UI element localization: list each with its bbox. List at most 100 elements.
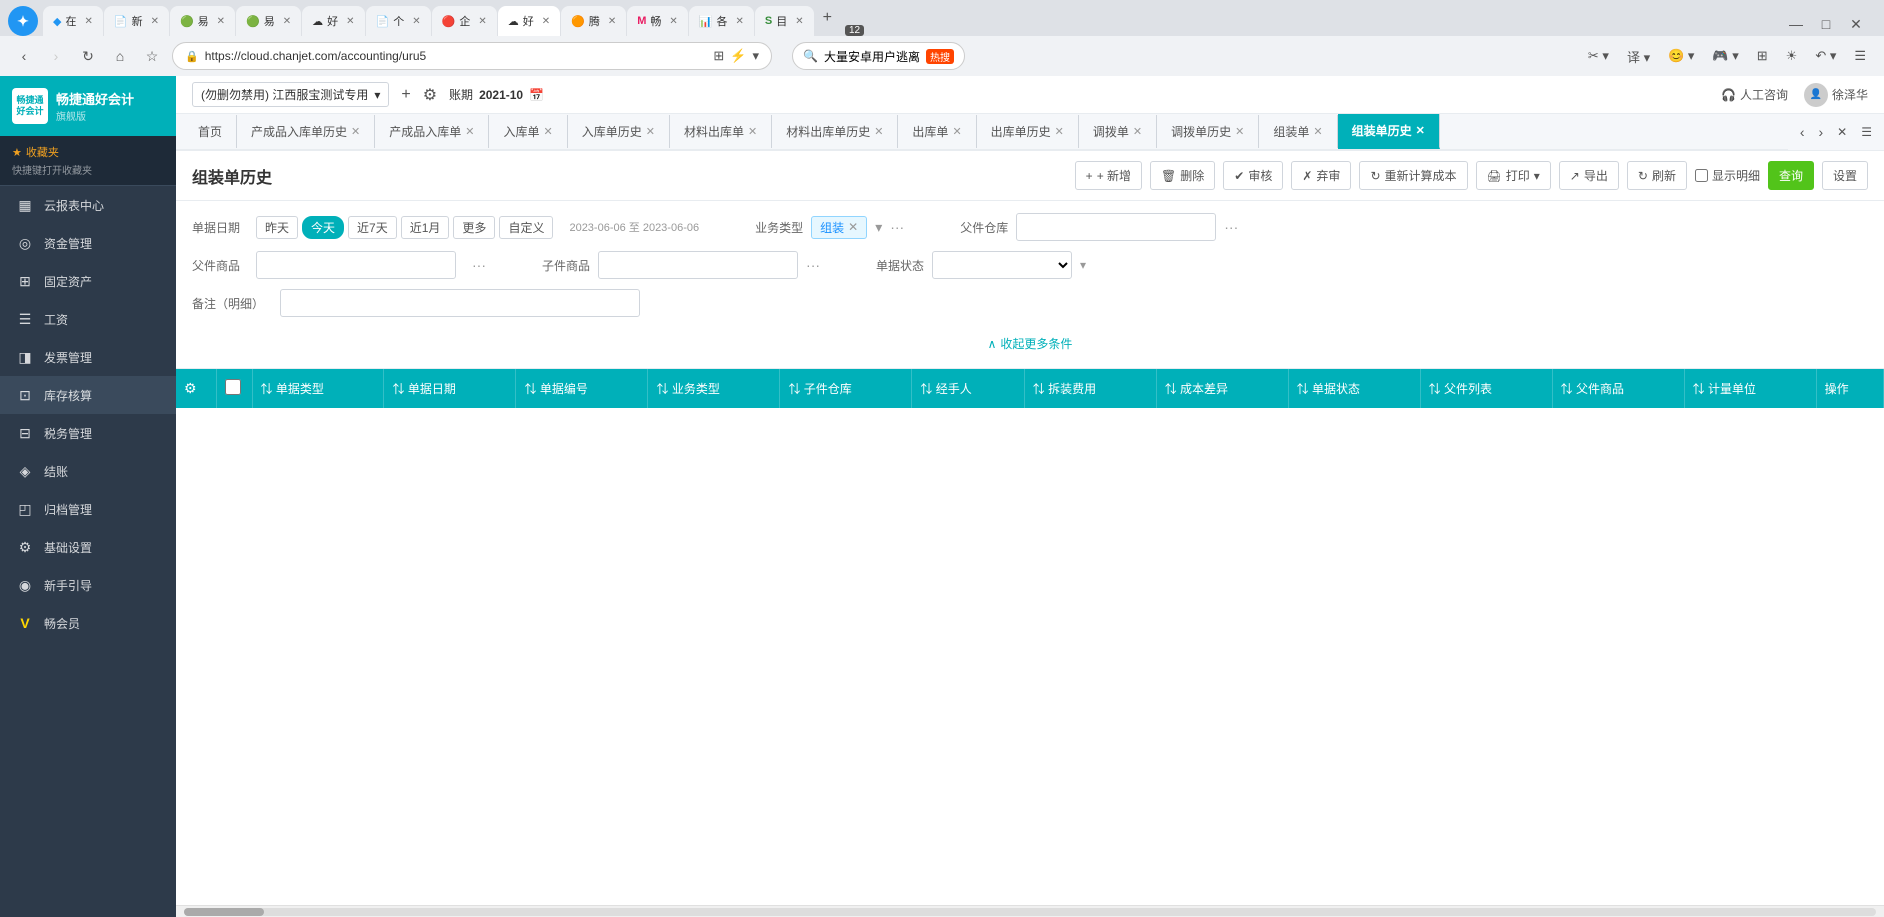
close-button[interactable]: ✕ <box>1844 12 1868 36</box>
parent-goods-more[interactable]: ··· <box>472 257 486 273</box>
col-parent-goods[interactable]: ⇅ 父件商品 <box>1552 369 1684 408</box>
tab-close-mat-out[interactable]: ✕ <box>748 125 757 138</box>
grid-view-icon[interactable]: ⊞ <box>1751 48 1774 64</box>
child-goods-input[interactable] <box>598 251 798 279</box>
tab-close-6[interactable]: ✕ <box>412 16 420 27</box>
sidebar-item-fixed-assets[interactable]: ⊞ 固定资产 <box>0 262 176 300</box>
tab-in-hist[interactable]: 入库单历史 ✕ <box>568 115 670 148</box>
child-goods-more[interactable]: ··· <box>806 257 820 273</box>
tab-adjust[interactable]: 调拨单 ✕ <box>1079 115 1157 148</box>
tab-close-12[interactable]: ✕ <box>795 16 803 27</box>
order-status-dropdown-icon[interactable]: ▾ <box>1080 258 1086 272</box>
new-tab-button[interactable]: + <box>815 9 840 27</box>
col-child-warehouse[interactable]: ⇅ 子件仓库 <box>780 369 912 408</box>
close-tab-button[interactable]: ✕ <box>1831 121 1853 143</box>
add-button[interactable]: + + 新增 <box>1075 161 1142 190</box>
bookmark-button[interactable]: ☆ <box>140 44 164 68</box>
parent-warehouse-more[interactable]: ··· <box>1224 219 1238 235</box>
maximize-button[interactable]: □ <box>1814 12 1838 36</box>
sidebar-item-guide[interactable]: ◉ 新手引导 <box>0 566 176 604</box>
parent-goods-input[interactable] <box>256 251 456 279</box>
lightning-icon[interactable]: ⚡ <box>730 48 746 64</box>
browser-tab-2[interactable]: 📄 新 ✕ <box>104 6 169 36</box>
tab-home[interactable]: 首页 <box>184 115 237 148</box>
tab-close-out-hist[interactable]: ✕ <box>1055 125 1064 138</box>
notes-input[interactable] <box>280 289 640 317</box>
sidebar-item-basic-settings[interactable]: ⚙ 基础设置 <box>0 528 176 566</box>
table-check-header[interactable] <box>216 369 252 408</box>
tab-close-3[interactable]: ✕ <box>217 16 225 27</box>
forward-button[interactable]: › <box>44 44 68 68</box>
col-parent-list[interactable]: ⇅ 父件列表 <box>1420 369 1552 408</box>
browser-tab-7[interactable]: 🔴 企 ✕ <box>432 6 497 36</box>
sidebar-item-tax-mgmt[interactable]: ⊟ 税务管理 <box>0 414 176 452</box>
settings-button[interactable]: 设置 <box>1822 161 1868 190</box>
browser-tab-4[interactable]: 🟢 易 ✕ <box>236 6 301 36</box>
tab-close-1[interactable]: ✕ <box>84 16 92 27</box>
date-btn-more[interactable]: 更多 <box>453 216 495 239</box>
tab-assemble[interactable]: 组装单 ✕ <box>1259 115 1337 148</box>
col-date[interactable]: ⇅ 单据日期 <box>384 369 516 408</box>
browser-tab-12[interactable]: S 目 ✕ <box>755 6 814 36</box>
col-disassemble-cost[interactable]: ⇅ 拆装费用 <box>1024 369 1156 408</box>
sidebar-item-payroll[interactable]: ☰ 工资 <box>0 300 176 338</box>
query-button[interactable]: 查询 <box>1768 161 1814 190</box>
browser-tab-11[interactable]: 📊 各 ✕ <box>689 6 754 36</box>
sidebar-item-cloud-report[interactable]: ▦ 云报表中心 <box>0 186 176 224</box>
user-menu[interactable]: 👤 徐泽华 <box>1804 83 1868 107</box>
approve-button[interactable]: ✔ 审核 <box>1223 161 1283 190</box>
browser-tab-3[interactable]: 🟢 易 ✕ <box>170 6 235 36</box>
grid-icon[interactable]: ⊞ <box>713 48 724 64</box>
brightness-icon[interactable]: ☀ <box>1780 48 1804 64</box>
table-gear-header[interactable]: ⚙ <box>176 369 216 408</box>
period-calendar-icon[interactable]: 📅 <box>529 88 544 102</box>
game-icon[interactable]: 🎮 ▾ <box>1706 48 1744 64</box>
menu-icon[interactable]: ☰ <box>1848 48 1872 64</box>
browser-tab-9[interactable]: 🟠 腾 ✕ <box>561 6 626 36</box>
tab-adjust-hist[interactable]: 调拨单历史 ✕ <box>1157 115 1259 148</box>
col-cost-diff[interactable]: ⇅ 成本差异 <box>1156 369 1288 408</box>
browser-tab-5[interactable]: ☁ 好 ✕ <box>302 6 364 36</box>
tab-close-10[interactable]: ✕ <box>669 16 677 27</box>
tab-scroll-left-button[interactable]: ‹ <box>1794 120 1811 144</box>
tab-close-2[interactable]: ✕ <box>151 16 159 27</box>
tab-out-hist[interactable]: 出库单历史 ✕ <box>977 115 1079 148</box>
business-type-more[interactable]: ··· <box>890 219 904 235</box>
browser-tab-8[interactable]: ☁ 好 ✕ <box>498 6 560 36</box>
gear-icon[interactable]: ⚙ <box>184 380 197 396</box>
select-all-checkbox[interactable] <box>225 379 241 395</box>
tab-close-8[interactable]: ✕ <box>542 16 550 27</box>
col-biz-type[interactable]: ⇅ 业务类型 <box>648 369 780 408</box>
address-bar[interactable]: 🔒 https://cloud.chanjet.com/accounting/u… <box>172 42 772 70</box>
collapse-button[interactable]: ∧ 收起更多条件 <box>192 331 1868 356</box>
reload-button[interactable]: ↻ <box>76 44 100 68</box>
browser-tab-10[interactable]: M 畅 ✕ <box>627 6 688 36</box>
tab-close-mat-out-hist[interactable]: ✕ <box>874 125 883 138</box>
home-button[interactable]: ⌂ <box>108 44 132 68</box>
tab-menu-button[interactable]: ☰ <box>1855 121 1878 143</box>
tab-scroll-right-button[interactable]: › <box>1813 120 1830 144</box>
tab-assemble-hist[interactable]: 组装单历史 ✕ <box>1338 114 1440 149</box>
tab-close-assemble-hist[interactable]: ✕ <box>1416 124 1425 137</box>
show-detail-checkbox[interactable] <box>1695 169 1708 182</box>
tab-mat-out[interactable]: 材料出库单 ✕ <box>670 115 772 148</box>
tab-prod-in[interactable]: 产成品入库单 ✕ <box>375 115 489 148</box>
date-btn-custom[interactable]: 自定义 <box>499 216 553 239</box>
customer-service-button[interactable]: 🎧 人工咨询 <box>1721 86 1788 103</box>
tab-out[interactable]: 出库单 ✕ <box>898 115 976 148</box>
date-btn-7days[interactable]: 近7天 <box>348 216 397 239</box>
tab-close-4[interactable]: ✕ <box>283 16 291 27</box>
print-button[interactable]: 🖨 打印 ▾ <box>1476 161 1551 190</box>
dropdown-arrow-icon[interactable]: ▾ <box>752 48 759 64</box>
date-btn-yesterday[interactable]: 昨天 <box>256 216 298 239</box>
tab-close-adjust[interactable]: ✕ <box>1133 125 1142 138</box>
tab-close-9[interactable]: ✕ <box>608 16 616 27</box>
emoji-icon[interactable]: 😊 ▾ <box>1662 48 1700 64</box>
delete-button[interactable]: 🗑 删除 <box>1150 161 1215 190</box>
order-status-select[interactable] <box>932 251 1072 279</box>
translate-icon[interactable]: 译 ▾ <box>1621 47 1656 66</box>
sidebar-item-inventory[interactable]: ⊡ 库存核算 <box>0 376 176 414</box>
export-button[interactable]: ↗ 导出 <box>1559 161 1619 190</box>
tab-close-assemble[interactable]: ✕ <box>1313 125 1322 138</box>
add-company-button[interactable]: + <box>401 86 410 104</box>
